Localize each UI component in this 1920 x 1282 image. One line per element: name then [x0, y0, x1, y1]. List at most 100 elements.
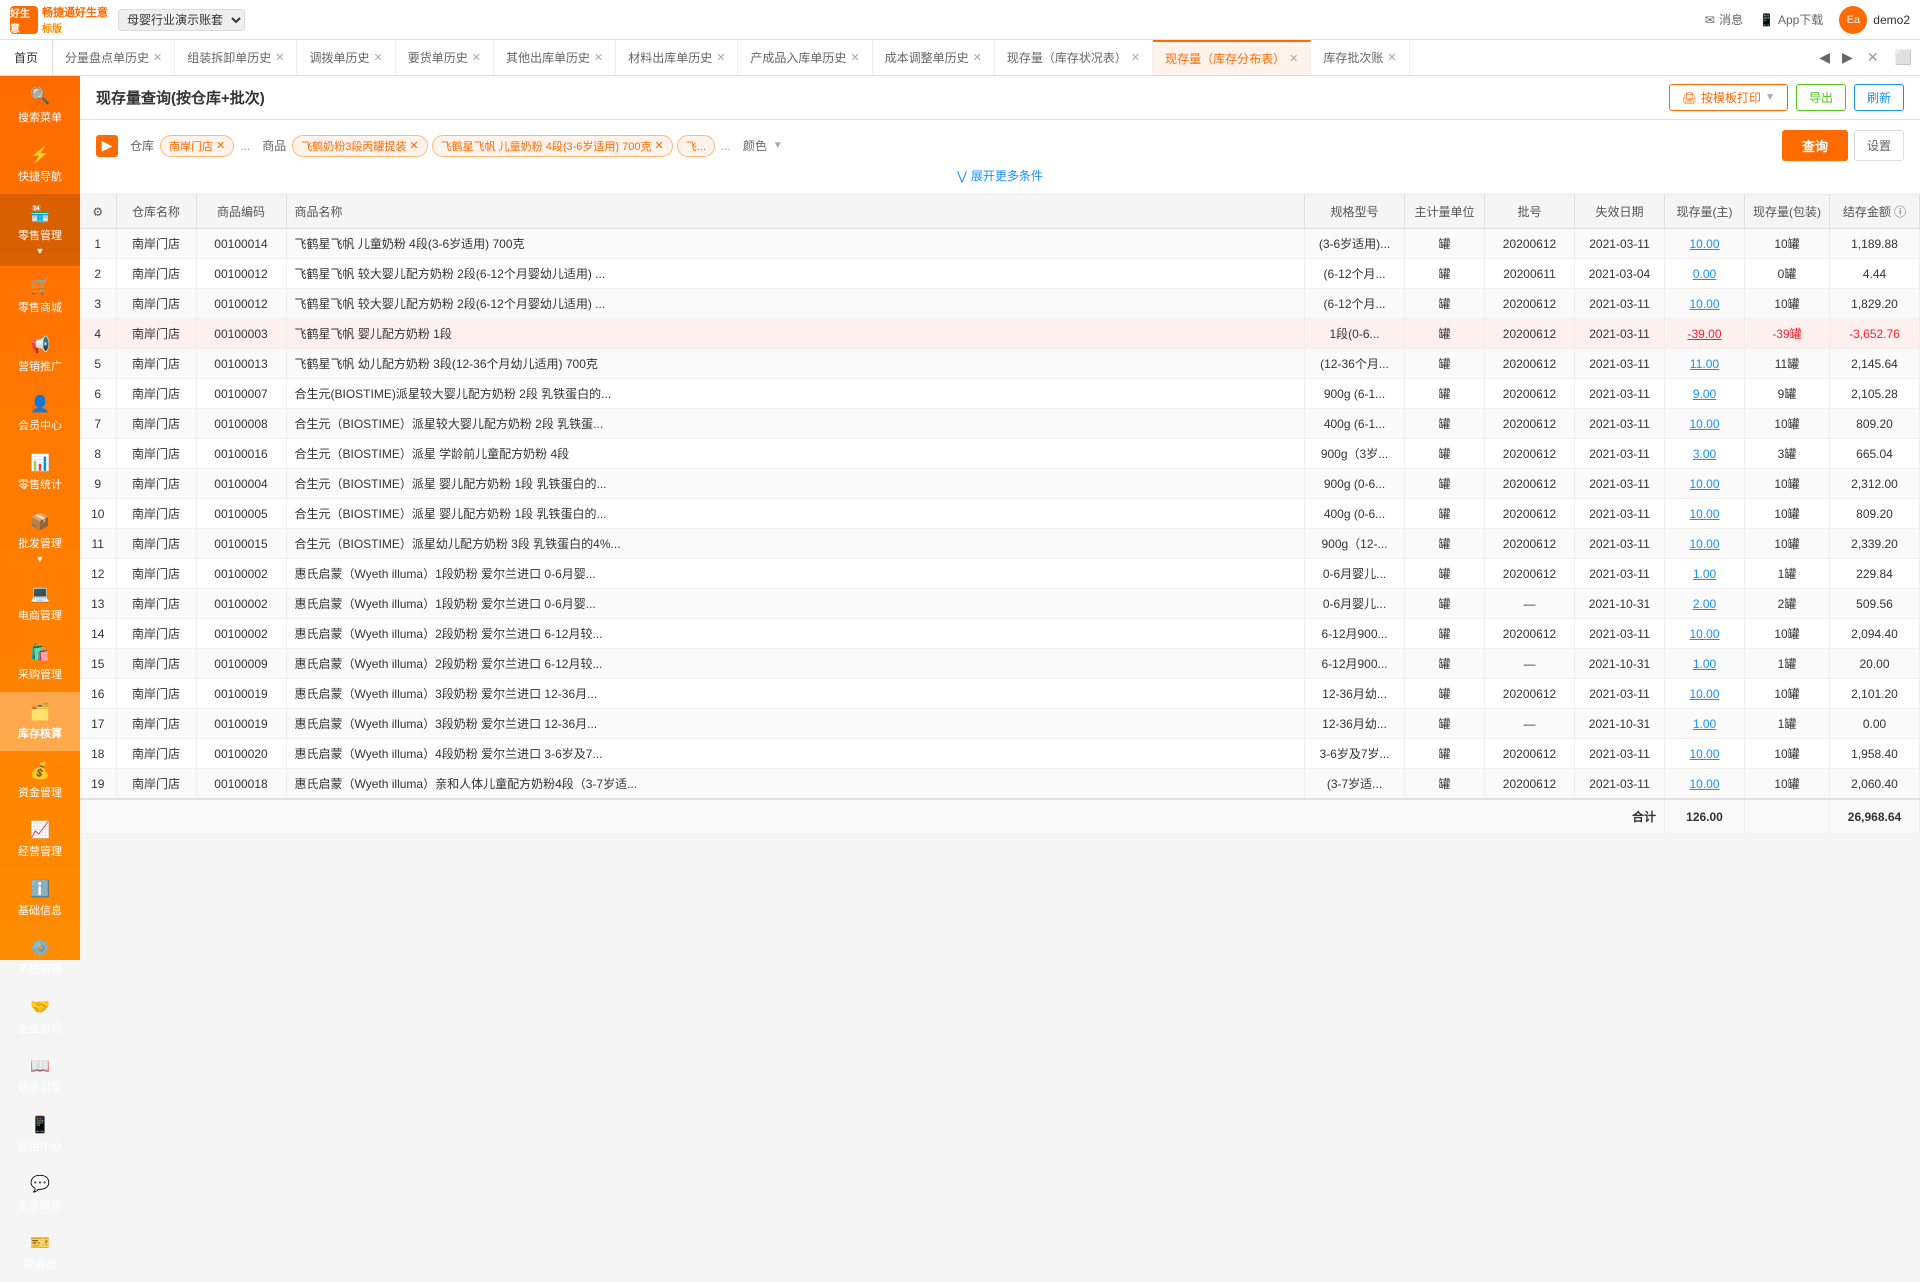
refresh-button[interactable]: 刷新 — [1854, 84, 1904, 111]
tab-8[interactable]: 现存量（库存状况表） ✕ — [995, 40, 1153, 76]
filter-toggle-button[interactable]: ▶ — [96, 135, 118, 157]
tab-6-close[interactable]: ✕ — [850, 51, 859, 64]
sidebar-item-member[interactable]: 👤 会员中心 — [0, 384, 80, 443]
cell-balance: 2,145.64 — [1830, 349, 1920, 379]
cell-qty1[interactable]: 9.00 — [1665, 379, 1745, 409]
tab-home[interactable]: 首页 — [0, 40, 53, 76]
cell-qty1[interactable]: 10.00 — [1665, 409, 1745, 439]
cell-qty1[interactable]: 1.00 — [1665, 709, 1745, 739]
cell-qty1[interactable]: -39.00 — [1665, 319, 1745, 349]
cell-qty1[interactable]: 10.00 — [1665, 619, 1745, 649]
cell-qty1[interactable]: 10.00 — [1665, 469, 1745, 499]
cell-spec: 900g (6-1... — [1305, 379, 1405, 409]
sidebar-item-finance[interactable]: 💰 资金管理 — [0, 751, 80, 810]
warehouse-more[interactable]: ... — [240, 139, 250, 153]
tab-next-button[interactable]: ▶ — [1836, 45, 1859, 70]
cell-qty1[interactable]: 10.00 — [1665, 529, 1745, 559]
sidebar-item-guide[interactable]: 📖 新手引导 — [0, 1046, 80, 1105]
cell-qty1[interactable]: 10.00 — [1665, 769, 1745, 800]
sidebar-item-retail-stats[interactable]: 📊 零售统计 — [0, 443, 80, 502]
sidebar-item-inventory[interactable]: 🗂️ 库存核算 — [0, 692, 80, 751]
app-download-button[interactable]: 📱 App下载 — [1759, 11, 1823, 28]
goods-tag-1[interactable]: 飞鹤奶粉3段丙罐提装 ✕ — [292, 135, 427, 157]
sidebar-item-retail[interactable]: 🏪 零售管理 ▼ — [0, 194, 80, 266]
tab-prev-button[interactable]: ◀ — [1813, 45, 1836, 70]
cell-qty1[interactable]: 3.00 — [1665, 439, 1745, 469]
cell-qty1[interactable]: 10.00 — [1665, 499, 1745, 529]
tab-0[interactable]: 分量盘点单历史 ✕ — [53, 40, 175, 76]
sidebar-item-wechat[interactable]: 💬 企业微信 — [0, 1164, 80, 1223]
tab-1-close[interactable]: ✕ — [275, 51, 284, 64]
tab-7-close[interactable]: ✕ — [973, 51, 982, 64]
col-header-settings[interactable]: ⚙ — [80, 195, 116, 229]
maximize-button[interactable]: ⬜ — [1887, 49, 1920, 66]
print-button[interactable]: 🖨 按模板打印 ▼ — [1669, 84, 1788, 111]
settings-button[interactable]: 设置 — [1854, 130, 1904, 161]
warehouse-tag-1-close[interactable]: ✕ — [216, 139, 225, 152]
sidebar-item-mall[interactable]: 🛒 零售商城 — [0, 266, 80, 325]
cell-qty1[interactable]: 11.00 — [1665, 349, 1745, 379]
cell-balance: 2,339.20 — [1830, 529, 1920, 559]
sidebar-item-basic[interactable]: ℹ️ 基础信息 — [0, 869, 80, 928]
cell-qty1[interactable]: 10.00 — [1665, 739, 1745, 769]
warehouse-tag-1[interactable]: 南岸门店 ✕ — [160, 135, 234, 157]
tab-9[interactable]: 现存量（库存分布表） ✕ — [1153, 40, 1311, 76]
search-button[interactable]: 查询 — [1782, 130, 1848, 161]
goods-more[interactable]: ... — [721, 139, 731, 153]
cell-name: 惠氏启蒙（Wyeth illuma）亲和人体儿童配方奶粉4段（3-7岁适... — [286, 769, 1305, 800]
tab-3-close[interactable]: ✕ — [472, 51, 481, 64]
tab-10[interactable]: 库存批次账 ✕ — [1311, 40, 1409, 76]
sidebar-item-collab[interactable]: 🤝 企业协同 — [0, 987, 80, 1046]
message-button[interactable]: ✉ 消息 — [1705, 11, 1743, 28]
tab-5[interactable]: 材料出库单历史 ✕ — [616, 40, 738, 76]
cell-qty1[interactable]: 10.00 — [1665, 229, 1745, 259]
expand-filter-button[interactable]: ⋁ 展开更多条件 — [96, 167, 1904, 184]
sidebar-item-purchase[interactable]: 🛍️ 采购管理 — [0, 633, 80, 692]
cell-qty1[interactable]: 0.00 — [1665, 259, 1745, 289]
sidebar-item-member2[interactable]: 🎫 畅会员 — [0, 1223, 80, 1282]
tab-4-close[interactable]: ✕ — [594, 51, 603, 64]
tab-10-close[interactable]: ✕ — [1387, 51, 1396, 64]
tab-4[interactable]: 其他出库单历史 ✕ — [494, 40, 616, 76]
print-label: 按模板打印 — [1701, 89, 1761, 106]
tab-0-close[interactable]: ✕ — [153, 51, 162, 64]
tab-1[interactable]: 组装拆卸单历史 ✕ — [175, 40, 297, 76]
close-all-tabs-button[interactable]: ✕ — [1859, 49, 1887, 66]
sidebar-item-search[interactable]: 🔍 搜索菜单 — [0, 76, 80, 135]
cell-qty1[interactable]: 1.00 — [1665, 649, 1745, 679]
tab-7[interactable]: 成本调整单历史 ✕ — [873, 40, 995, 76]
sidebar-item-purchase-label: 采购管理 — [18, 666, 62, 682]
tab-8-close[interactable]: ✕ — [1131, 51, 1140, 64]
cell-warehouse: 南岸门店 — [116, 289, 196, 319]
cell-qty1[interactable]: 2.00 — [1665, 589, 1745, 619]
sidebar-item-wholesale[interactable]: 📦 批发管理 ▼ — [0, 502, 80, 574]
cell-qty1[interactable]: 10.00 — [1665, 289, 1745, 319]
sidebar-item-management[interactable]: 📈 经营管理 — [0, 810, 80, 869]
tab-9-close[interactable]: ✕ — [1289, 52, 1298, 65]
sidebar-item-system[interactable]: ⚙️ 系统管理 — [0, 928, 80, 987]
cell-qty1[interactable]: 10.00 — [1665, 679, 1745, 709]
cell-qty2: 10罐 — [1745, 739, 1830, 769]
tab-2[interactable]: 调拨单历史 ✕ — [297, 40, 395, 76]
export-button[interactable]: 导出 — [1796, 84, 1846, 111]
user-menu[interactable]: Ea demo2 — [1839, 6, 1910, 34]
goods-tag-2[interactable]: 飞鹤星飞帆 儿童奶粉 4段(3-6岁适用) 700克 ✕ — [432, 135, 673, 157]
cell-qty2: 1罐 — [1745, 709, 1830, 739]
goods-tag-1-close[interactable]: ✕ — [409, 139, 418, 152]
tab-8-label: 现存量（库存状况表） — [1007, 49, 1127, 66]
suite-selector[interactable]: 母婴行业演示账套 — [118, 9, 245, 31]
goods-tag-2-close[interactable]: ✕ — [654, 139, 663, 152]
sidebar-item-ecommerce[interactable]: 💻 电商管理 — [0, 574, 80, 633]
cell-qty1[interactable]: 1.00 — [1665, 559, 1745, 589]
goods-tag-3[interactable]: 飞... — [677, 135, 715, 157]
tab-5-close[interactable]: ✕ — [716, 51, 725, 64]
sidebar-item-quicknav[interactable]: ⚡ 快捷导航 — [0, 135, 80, 194]
sidebar: 🔍 搜索菜单 ⚡ 快捷导航 🏪 零售管理 ▼ 🛒 零售商城 📢 营销推广 👤 会… — [0, 76, 80, 960]
tab-2-close[interactable]: ✕ — [374, 51, 383, 64]
tab-6[interactable]: 产成品入库单历史 ✕ — [738, 40, 872, 76]
sidebar-item-marketing[interactable]: 📢 营销推广 — [0, 325, 80, 384]
table-header: ⚙ 仓库名称 商品编码 商品名称 规格型号 主计量单位 批号 失效日期 现存量(… — [80, 195, 1920, 229]
print-icon: 🖨 — [1682, 91, 1697, 105]
tab-3[interactable]: 要货单历史 ✕ — [396, 40, 494, 76]
sidebar-item-appcenter[interactable]: 📱 应用中心 — [0, 1105, 80, 1164]
